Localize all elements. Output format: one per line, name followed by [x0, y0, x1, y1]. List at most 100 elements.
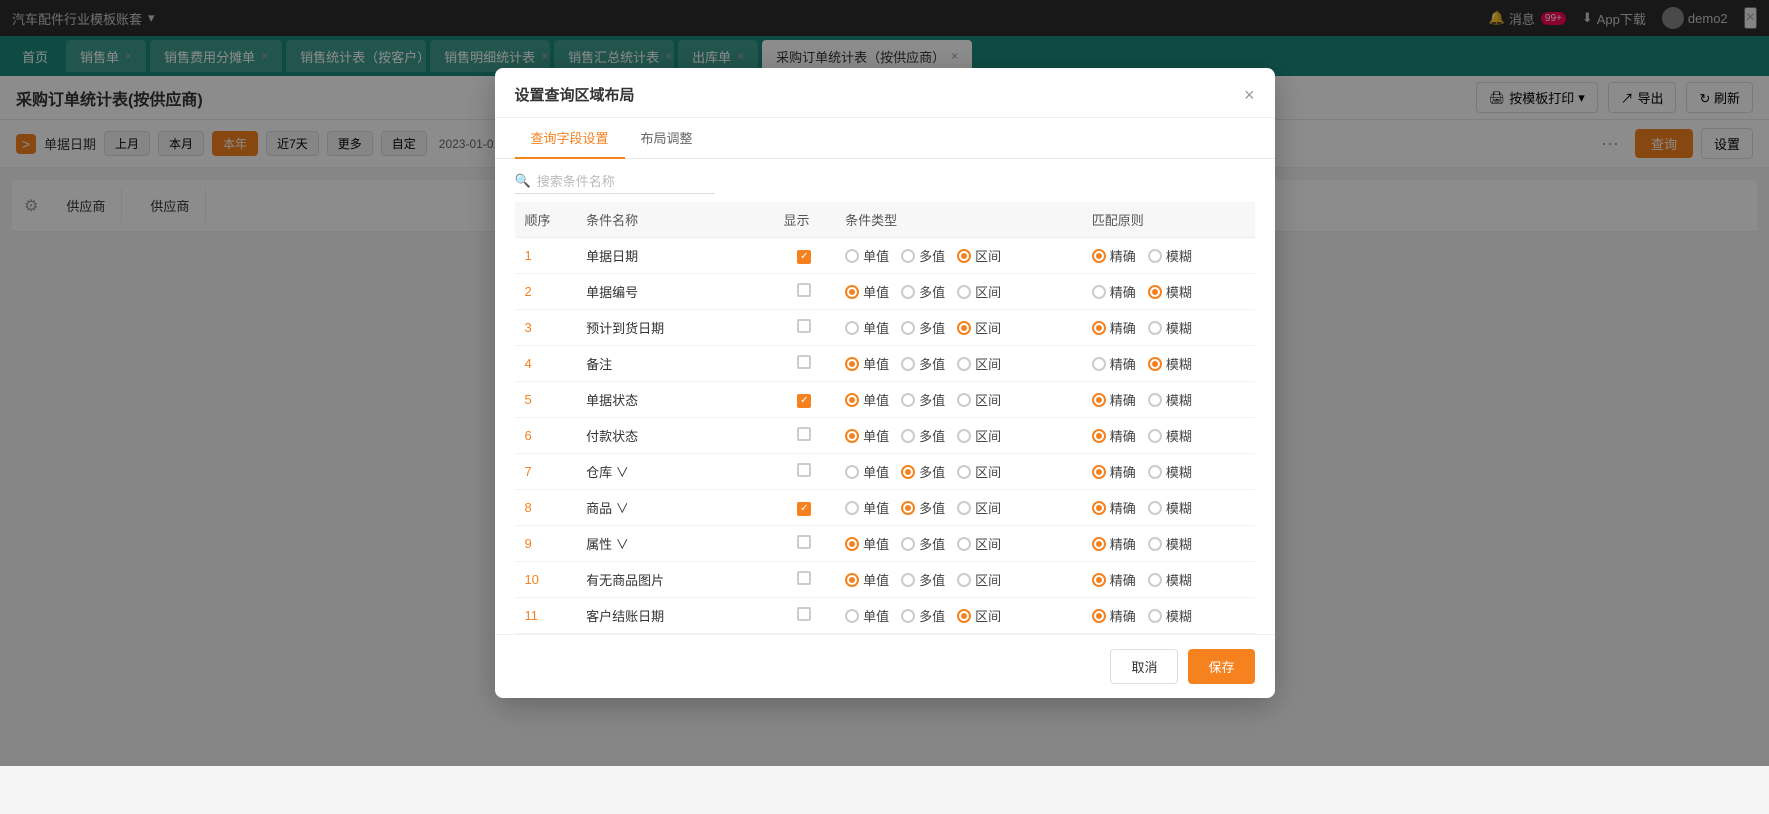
row-display-6[interactable]: [773, 454, 835, 490]
type-opt-0-2[interactable]: 区间: [957, 246, 1001, 265]
type-opt-10-0[interactable]: 单值: [845, 606, 889, 625]
type-opt-6-1[interactable]: 多值: [901, 462, 945, 481]
type-opt-9-0[interactable]: 单值: [845, 570, 889, 589]
fields-table: 顺序 条件名称 显示 条件类型 匹配原则 1单据日期单值多值区间精确模糊2单据编…: [515, 202, 1255, 634]
save-btn[interactable]: 保存: [1188, 649, 1254, 684]
radio-circle-match-4-0: [1092, 393, 1106, 407]
type-opt-6-2[interactable]: 区间: [957, 462, 1001, 481]
match-opt-1-0[interactable]: 精确: [1092, 282, 1136, 301]
radio-circle-match-0-1: [1148, 249, 1162, 263]
type-opt-0-0[interactable]: 单值: [845, 246, 889, 265]
type-opt-4-2[interactable]: 区间: [957, 390, 1001, 409]
dialog-tab-fields[interactable]: 查询字段设置: [515, 118, 625, 159]
type-opt-10-2[interactable]: 区间: [957, 606, 1001, 625]
match-opt-7-0[interactable]: 精确: [1092, 498, 1136, 517]
row-display-1[interactable]: [773, 274, 835, 310]
type-opt-10-1[interactable]: 多值: [901, 606, 945, 625]
match-opt-5-1[interactable]: 模糊: [1148, 426, 1192, 445]
row-display-4[interactable]: [773, 382, 835, 418]
row-name-7: 商品 ∨: [576, 490, 773, 526]
dialog-tab-layout[interactable]: 布局调整: [625, 118, 709, 159]
dialog-header: 设置查询区域布局 ×: [495, 68, 1275, 118]
radio-circle-match-2-1: [1148, 321, 1162, 335]
match-opt-10-0[interactable]: 精确: [1092, 606, 1136, 625]
match-opt-5-0[interactable]: 精确: [1092, 426, 1136, 445]
col-type-header: 条件类型: [835, 202, 1082, 238]
type-opt-4-0[interactable]: 单值: [845, 390, 889, 409]
match-opt-4-0[interactable]: 精确: [1092, 390, 1136, 409]
type-opt-3-2[interactable]: 区间: [957, 354, 1001, 373]
radio-circle-type-9-0: [845, 573, 859, 587]
dialog-close-btn[interactable]: ×: [1244, 86, 1255, 104]
type-opt-0-1[interactable]: 多值: [901, 246, 945, 265]
match-opt-2-1[interactable]: 模糊: [1148, 318, 1192, 337]
display-checkbox-8[interactable]: [797, 535, 811, 549]
match-opt-8-0[interactable]: 精确: [1092, 534, 1136, 553]
type-opt-8-2[interactable]: 区间: [957, 534, 1001, 553]
match-opt-8-1[interactable]: 模糊: [1148, 534, 1192, 553]
radio-circle-type-10-2: [957, 609, 971, 623]
row-order-0: 1: [515, 238, 577, 274]
row-name-0: 单据日期: [576, 238, 773, 274]
match-opt-0-1[interactable]: 模糊: [1148, 246, 1192, 265]
type-opt-2-1[interactable]: 多值: [901, 318, 945, 337]
match-opt-6-0[interactable]: 精确: [1092, 462, 1136, 481]
radio-circle-match-2-0: [1092, 321, 1106, 335]
type-opt-7-1[interactable]: 多值: [901, 498, 945, 517]
type-opt-9-2[interactable]: 区间: [957, 570, 1001, 589]
type-opt-8-1[interactable]: 多值: [901, 534, 945, 553]
match-opt-9-1[interactable]: 模糊: [1148, 570, 1192, 589]
display-checkbox-0[interactable]: [797, 250, 811, 264]
display-checkbox-2[interactable]: [797, 319, 811, 333]
type-opt-3-1[interactable]: 多值: [901, 354, 945, 373]
type-opt-7-0[interactable]: 单值: [845, 498, 889, 517]
type-opt-4-1[interactable]: 多值: [901, 390, 945, 409]
match-opt-6-1[interactable]: 模糊: [1148, 462, 1192, 481]
row-display-9[interactable]: [773, 562, 835, 598]
type-opt-2-0[interactable]: 单值: [845, 318, 889, 337]
row-type-10: 单值多值区间: [835, 598, 1082, 634]
radio-circle-type-0-1: [901, 249, 915, 263]
search-input[interactable]: [537, 174, 697, 189]
match-opt-1-1[interactable]: 模糊: [1148, 282, 1192, 301]
type-opt-3-0[interactable]: 单值: [845, 354, 889, 373]
row-match-0: 精确模糊: [1082, 238, 1255, 274]
type-opt-5-1[interactable]: 多值: [901, 426, 945, 445]
match-opt-7-1[interactable]: 模糊: [1148, 498, 1192, 517]
display-checkbox-3[interactable]: [797, 355, 811, 369]
display-checkbox-9[interactable]: [797, 571, 811, 585]
row-display-8[interactable]: [773, 526, 835, 562]
match-opt-9-0[interactable]: 精确: [1092, 570, 1136, 589]
display-checkbox-7[interactable]: [797, 502, 811, 516]
match-opt-0-0[interactable]: 精确: [1092, 246, 1136, 265]
type-opt-1-1[interactable]: 多值: [901, 282, 945, 301]
cancel-btn[interactable]: 取消: [1110, 649, 1178, 684]
display-checkbox-1[interactable]: [797, 283, 811, 297]
type-opt-7-2[interactable]: 区间: [957, 498, 1001, 517]
type-opt-9-1[interactable]: 多值: [901, 570, 945, 589]
display-checkbox-10[interactable]: [797, 607, 811, 621]
row-display-10[interactable]: [773, 598, 835, 634]
type-opt-6-0[interactable]: 单值: [845, 462, 889, 481]
type-opt-1-2[interactable]: 区间: [957, 282, 1001, 301]
radio-circle-match-8-0: [1092, 537, 1106, 551]
match-opt-3-0[interactable]: 精确: [1092, 354, 1136, 373]
display-checkbox-4[interactable]: [797, 394, 811, 408]
row-display-0[interactable]: [773, 238, 835, 274]
display-checkbox-6[interactable]: [797, 463, 811, 477]
row-display-2[interactable]: [773, 310, 835, 346]
match-opt-10-1[interactable]: 模糊: [1148, 606, 1192, 625]
row-display-7[interactable]: [773, 490, 835, 526]
table-row: 5单据状态单值多值区间精确模糊: [515, 382, 1255, 418]
row-display-5[interactable]: [773, 418, 835, 454]
display-checkbox-5[interactable]: [797, 427, 811, 441]
match-opt-4-1[interactable]: 模糊: [1148, 390, 1192, 409]
match-opt-3-1[interactable]: 模糊: [1148, 354, 1192, 373]
type-opt-5-2[interactable]: 区间: [957, 426, 1001, 445]
type-opt-8-0[interactable]: 单值: [845, 534, 889, 553]
match-opt-2-0[interactable]: 精确: [1092, 318, 1136, 337]
type-opt-5-0[interactable]: 单值: [845, 426, 889, 445]
type-opt-1-0[interactable]: 单值: [845, 282, 889, 301]
row-display-3[interactable]: [773, 346, 835, 382]
type-opt-2-2[interactable]: 区间: [957, 318, 1001, 337]
